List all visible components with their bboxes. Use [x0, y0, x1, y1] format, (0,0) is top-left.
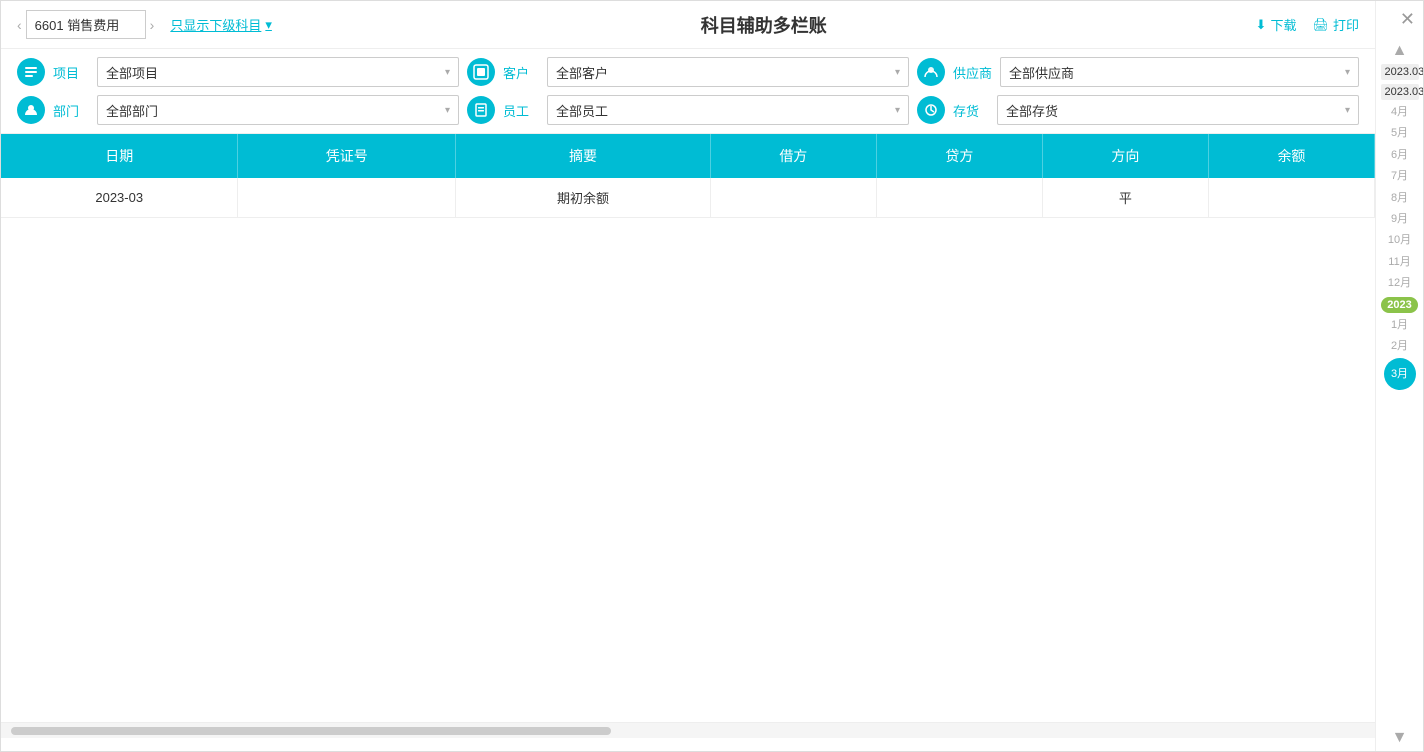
filter-employee: 员工 全部员工 ▾ — [467, 95, 909, 125]
show-sub-label: 只显示下级科目 — [170, 15, 261, 34]
sidebar-period-top2[interactable]: 2023.03 — [1381, 84, 1419, 100]
supplier-label: 供应商 — [953, 63, 992, 82]
toolbar-right: ⬇ 下载 🖨 打印 — [1256, 15, 1359, 34]
filter-project: 项目 全部项目 ▾ — [17, 57, 459, 87]
page-title: 科目辅助多栏账 — [272, 12, 1256, 38]
main-content: ‹ 6601 销售费用 › 只显示下级科目 ▾ 科目辅助多栏账 ⬇ 下载 🖨 打… — [1, 1, 1375, 738]
filters: 项目 全部项目 ▾ 客户 全部客户 ▾ 供应 — [1, 49, 1375, 134]
data-table: 日期 凭证号 摘要 借方 贷方 方向 余额 2023-03 期初余额 — [1, 134, 1375, 218]
table-header-row: 日期 凭证号 摘要 借方 贷方 方向 余额 — [1, 134, 1375, 178]
table-container[interactable]: 日期 凭证号 摘要 借方 贷方 方向 余额 2023-03 期初余额 — [1, 134, 1375, 722]
app-container: ✕ ▲ 2023.03 2023.03 4月 5月 6月 7月 8月 9月 10… — [0, 0, 1424, 752]
supplier-value: 全部供应商 — [1009, 63, 1074, 82]
filter-customer: 客户 全部客户 ▾ — [467, 57, 909, 87]
show-sub-button[interactable]: 只显示下级科目 ▾ — [170, 15, 272, 34]
inventory-icon — [917, 96, 945, 124]
customer-arrow: ▾ — [895, 67, 900, 78]
department-value: 全部部门 — [106, 101, 158, 120]
project-select[interactable]: 全部项目 ▾ — [97, 57, 459, 87]
filter-supplier: 供应商 全部供应商 ▾ — [917, 57, 1359, 87]
sidebar-month-4[interactable]: 4月 — [1381, 102, 1419, 123]
cell-voucher — [238, 178, 456, 218]
cell-balance — [1208, 178, 1374, 218]
supplier-select[interactable]: 全部供应商 ▾ — [1000, 57, 1359, 87]
employee-select[interactable]: 全部员工 ▾ — [547, 95, 909, 125]
header: ‹ 6601 销售费用 › 只显示下级科目 ▾ 科目辅助多栏账 ⬇ 下载 🖨 打… — [1, 1, 1375, 49]
inventory-label: 存货 — [953, 101, 989, 120]
department-select[interactable]: 全部部门 ▾ — [97, 95, 459, 125]
col-direction: 方向 — [1042, 134, 1208, 178]
project-value: 全部项目 — [106, 63, 158, 82]
nav-next-icon[interactable]: › — [150, 17, 155, 33]
sidebar-month-1[interactable]: 1月 — [1381, 315, 1419, 336]
print-label: 打印 — [1333, 15, 1359, 34]
department-icon — [17, 96, 45, 124]
sidebar-month-10[interactable]: 10月 — [1381, 230, 1419, 251]
project-label: 项目 — [53, 63, 89, 82]
table-body: 2023-03 期初余额 平 — [1, 178, 1375, 218]
customer-value: 全部客户 — [556, 63, 608, 82]
customer-icon — [467, 58, 495, 86]
download-label: 下载 — [1270, 15, 1296, 34]
sidebar-month-9[interactable]: 9月 — [1381, 209, 1419, 230]
cell-date: 2023-03 — [1, 178, 238, 218]
sidebar-down-icon[interactable]: ▼ — [1392, 729, 1408, 747]
filter-inventory: 存货 全部存货 ▾ — [917, 95, 1359, 125]
employee-value: 全部员工 — [556, 101, 608, 120]
bottom-scrollbar[interactable] — [1, 722, 1375, 738]
sidebar-month-3[interactable]: 3月 — [1384, 358, 1416, 390]
sidebar-month-8[interactable]: 8月 — [1381, 188, 1419, 209]
print-button[interactable]: 🖨 打印 — [1312, 15, 1359, 34]
cell-credit — [876, 178, 1042, 218]
cell-direction: 平 — [1042, 178, 1208, 218]
sidebar-up-icon[interactable]: ▲ — [1392, 42, 1408, 60]
col-voucher: 凭证号 — [238, 134, 456, 178]
year-badge: 2023 — [1381, 297, 1417, 313]
sidebar-month-12[interactable]: 12月 — [1381, 273, 1419, 294]
customer-select[interactable]: 全部客户 ▾ — [547, 57, 909, 87]
customer-label: 客户 — [503, 63, 539, 82]
sidebar-month-11[interactable]: 11月 — [1381, 252, 1419, 273]
right-sidebar: ✕ ▲ 2023.03 2023.03 4月 5月 6月 7月 8月 9月 10… — [1375, 1, 1423, 751]
sidebar-month-7[interactable]: 7月 — [1381, 166, 1419, 187]
scrollbar-track — [11, 727, 611, 735]
project-arrow: ▾ — [445, 67, 450, 78]
sidebar-month-2[interactable]: 2月 — [1381, 336, 1419, 357]
nav-prev-icon[interactable]: ‹ — [17, 17, 22, 33]
sidebar-months: ▲ 2023.03 2023.03 4月 5月 6月 7月 8月 9月 10月 … — [1376, 42, 1423, 751]
cell-summary: 期初余额 — [456, 178, 711, 218]
employee-arrow: ▾ — [895, 105, 900, 116]
col-summary: 摘要 — [456, 134, 711, 178]
inventory-select[interactable]: 全部存货 ▾ — [997, 95, 1359, 125]
employee-label: 员工 — [503, 101, 539, 120]
download-button[interactable]: ⬇ 下载 — [1256, 15, 1297, 34]
col-date: 日期 — [1, 134, 238, 178]
sidebar-period-top1[interactable]: 2023.03 — [1381, 64, 1419, 80]
table-row: 2023-03 期初余额 平 — [1, 178, 1375, 218]
filter-department: 部门 全部部门 ▾ — [17, 95, 459, 125]
account-code[interactable]: 6601 销售费用 — [26, 10, 146, 39]
cell-debit — [710, 178, 876, 218]
col-balance: 余额 — [1208, 134, 1374, 178]
supplier-arrow: ▾ — [1345, 67, 1350, 78]
col-credit: 贷方 — [876, 134, 1042, 178]
inventory-value: 全部存货 — [1006, 101, 1058, 120]
employee-icon — [467, 96, 495, 124]
department-arrow: ▾ — [445, 105, 450, 116]
sidebar-month-5[interactable]: 5月 — [1381, 123, 1419, 144]
department-label: 部门 — [53, 101, 89, 120]
download-icon: ⬇ — [1256, 17, 1267, 33]
print-icon: 🖨 — [1312, 17, 1329, 33]
close-icon[interactable]: ✕ — [1396, 5, 1419, 34]
project-icon — [17, 58, 45, 86]
supplier-icon — [917, 58, 945, 86]
sidebar-month-6[interactable]: 6月 — [1381, 145, 1419, 166]
col-debit: 借方 — [710, 134, 876, 178]
inventory-arrow: ▾ — [1345, 105, 1350, 116]
